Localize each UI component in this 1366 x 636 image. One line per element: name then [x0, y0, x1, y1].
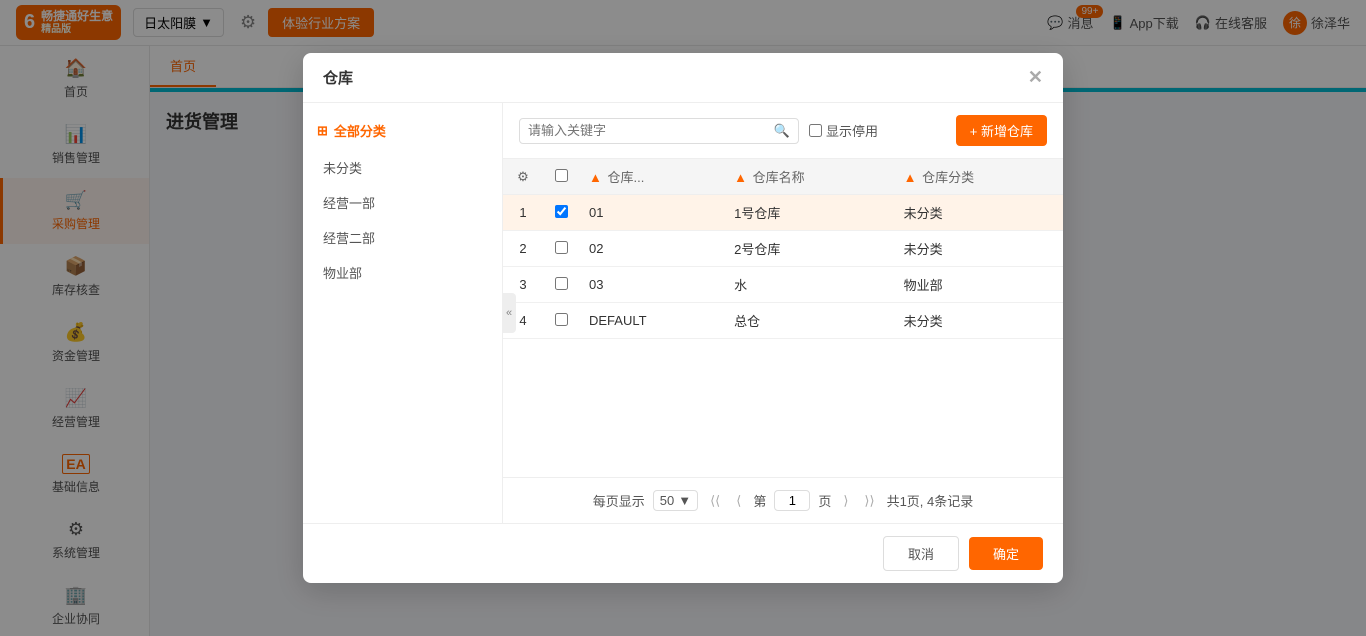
table-toolbar: 🔍 显示停用 + 新增仓库 — [503, 103, 1063, 159]
prev-page-button[interactable]: ⟨ — [732, 491, 745, 511]
row-code: 02 — [579, 231, 724, 267]
modal-footer: 取消 确定 — [303, 523, 1063, 583]
collapse-category-button[interactable]: « — [502, 293, 516, 333]
row-category: 未分类 — [894, 195, 1063, 231]
col-name: ▲ 仓库名称 — [724, 159, 893, 195]
row-check — [543, 303, 579, 339]
row-checkbox[interactable] — [555, 313, 568, 326]
category-header-label: 全部分类 — [334, 121, 386, 140]
page-number-input[interactable] — [774, 490, 810, 511]
page-unit: 页 — [818, 491, 831, 510]
sort-category-icon: ▲ — [904, 170, 917, 185]
table-container: ⚙ ▲ 仓库... ▲ — [503, 159, 1063, 477]
row-category: 物业部 — [894, 267, 1063, 303]
show-disabled-checkbox[interactable] — [809, 124, 822, 137]
row-name: 2号仓库 — [724, 231, 893, 267]
table-panel: 🔍 显示停用 + 新增仓库 ⚙ — [503, 103, 1063, 523]
select-all-checkbox[interactable] — [555, 169, 568, 182]
gear-icon: ⚙ — [517, 169, 529, 184]
sort-name-icon: ▲ — [734, 170, 747, 185]
col-check — [543, 159, 579, 195]
category-item-ops1[interactable]: 经营一部 — [303, 185, 502, 220]
show-disabled-toggle[interactable]: 显示停用 — [809, 121, 878, 140]
row-check — [543, 267, 579, 303]
cancel-button[interactable]: 取消 — [883, 536, 959, 571]
table-row[interactable]: 3 03 水 物业部 — [503, 267, 1063, 303]
show-disabled-label: 显示停用 — [826, 121, 878, 140]
col-code: ▲ 仓库... — [579, 159, 724, 195]
row-check — [543, 231, 579, 267]
row-category: 未分类 — [894, 231, 1063, 267]
row-code: DEFAULT — [579, 303, 724, 339]
table-head: ⚙ ▲ 仓库... ▲ — [503, 159, 1063, 195]
total-info: 共1页, 4条记录 — [887, 491, 974, 510]
row-checkbox[interactable] — [555, 241, 568, 254]
sort-code-icon: ▲ — [589, 170, 602, 185]
category-item-property[interactable]: 物业部 — [303, 255, 502, 290]
page-label: 第 — [753, 491, 766, 510]
row-name: 总仓 — [724, 303, 893, 339]
row-code: 01 — [579, 195, 724, 231]
row-check — [543, 195, 579, 231]
first-page-button[interactable]: ⟨⟨ — [706, 491, 724, 511]
add-warehouse-button[interactable]: + 新增仓库 — [956, 115, 1047, 146]
category-header-icon: ⊞ — [317, 123, 328, 139]
table-header-row: ⚙ ▲ 仓库... ▲ — [503, 159, 1063, 195]
row-code: 03 — [579, 267, 724, 303]
col-gear[interactable]: ⚙ — [503, 159, 543, 195]
row-checkbox[interactable] — [555, 277, 568, 290]
row-checkbox[interactable] — [555, 205, 568, 218]
table-row[interactable]: 1 01 1号仓库 未分类 — [503, 195, 1063, 231]
confirm-button[interactable]: 确定 — [969, 537, 1043, 570]
category-item-uncategorized[interactable]: 未分类 — [303, 150, 502, 185]
warehouse-table: ⚙ ▲ 仓库... ▲ — [503, 159, 1063, 339]
row-category: 未分类 — [894, 303, 1063, 339]
modal-title: 仓库 — [323, 67, 353, 88]
search-input[interactable] — [528, 123, 770, 138]
col-category: ▲ 仓库分类 — [894, 159, 1063, 195]
pagination: 每页显示 50 ▼ ⟨⟨ ⟨ 第 页 ⟩ ⟩⟩ 共1页, 4条记录 — [503, 477, 1063, 523]
per-page-value: 50 — [660, 493, 674, 508]
modal-close-button[interactable]: ✕ — [1028, 67, 1043, 88]
modal-header: 仓库 ✕ — [303, 53, 1063, 103]
per-page-dropdown-icon: ▼ — [678, 493, 691, 508]
table-row[interactable]: 4 DEFAULT 总仓 未分类 — [503, 303, 1063, 339]
table-row[interactable]: 2 02 2号仓库 未分类 — [503, 231, 1063, 267]
per-page-select[interactable]: 50 ▼ — [653, 490, 698, 511]
category-header: ⊞ 全部分类 — [303, 115, 502, 150]
per-page-label: 每页显示 — [593, 491, 645, 510]
modal-body: ⊞ 全部分类 未分类 经营一部 经营二部 物业部 « 🔍 — [303, 103, 1063, 523]
last-page-button[interactable]: ⟩⟩ — [860, 491, 878, 511]
row-num: 2 — [503, 231, 543, 267]
search-box: 🔍 — [519, 118, 799, 144]
row-name: 水 — [724, 267, 893, 303]
search-icon: 🔍 — [774, 123, 790, 139]
row-name: 1号仓库 — [724, 195, 893, 231]
table-body: 1 01 1号仓库 未分类 2 02 2号仓库 未分类 3 03 水 物业部 4… — [503, 195, 1063, 339]
next-page-button[interactable]: ⟩ — [839, 491, 852, 511]
category-item-ops2[interactable]: 经营二部 — [303, 220, 502, 255]
warehouse-modal: 仓库 ✕ ⊞ 全部分类 未分类 经营一部 经营二部 物业部 « — [303, 53, 1063, 583]
category-panel: ⊞ 全部分类 未分类 经营一部 经营二部 物业部 « — [303, 103, 503, 523]
row-num: 1 — [503, 195, 543, 231]
modal-overlay: 仓库 ✕ ⊞ 全部分类 未分类 经营一部 经营二部 物业部 « — [0, 0, 1366, 636]
